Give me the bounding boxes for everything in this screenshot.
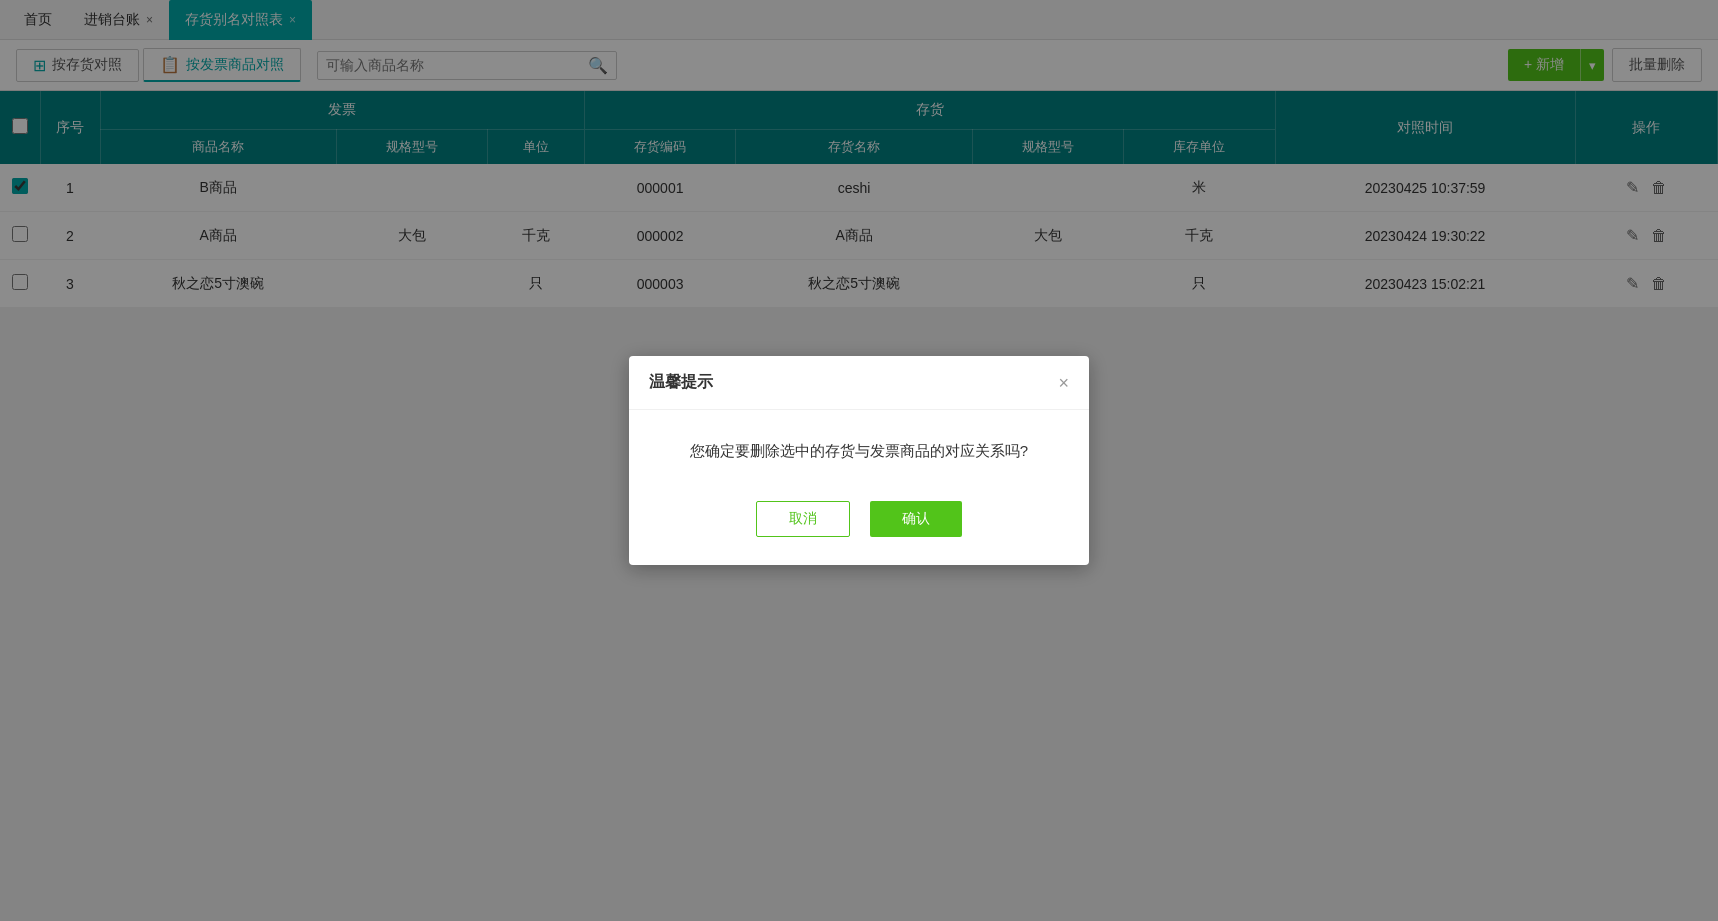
modal-overlay: 温馨提示 × 您确定要删除选中的存货与发票商品的对应关系吗? 取消 确认 [0,0,1718,308]
